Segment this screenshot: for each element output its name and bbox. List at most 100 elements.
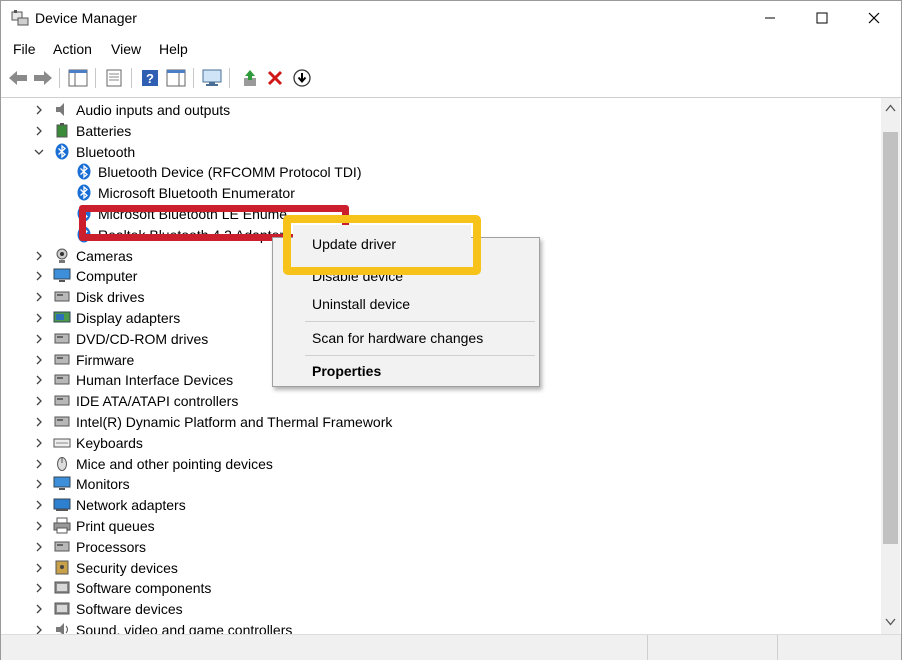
chevron-right-icon[interactable] — [33, 457, 45, 469]
camera-icon — [53, 247, 71, 264]
menu-action[interactable]: Action — [53, 41, 92, 57]
back-arrow-icon — [9, 71, 27, 85]
printer-icon — [53, 517, 71, 534]
chevron-right-icon[interactable] — [33, 249, 45, 261]
device-item[interactable]: Bluetooth Device (RFCOMM Protocol TDI) — [1, 161, 881, 182]
chevron-right-icon[interactable] — [33, 519, 45, 531]
chevron-right-icon[interactable] — [33, 290, 45, 302]
disk-drive-icon — [53, 288, 71, 305]
update-driver-icon — [244, 70, 256, 86]
tree-item-label: Firmware — [76, 351, 135, 368]
chevron-right-icon[interactable] — [33, 477, 45, 489]
tree-item-label: Security devices — [76, 559, 178, 576]
computer-monitor-button[interactable] — [201, 67, 223, 89]
update-driver-button[interactable] — [239, 67, 261, 89]
processor-icon — [53, 538, 71, 555]
chevron-right-icon[interactable] — [33, 436, 45, 448]
show-hide-tree-icon — [68, 69, 88, 87]
tree-item-label: Network adapters — [76, 497, 186, 514]
tree-item-label: Cameras — [76, 247, 133, 264]
menu-file[interactable]: File — [13, 41, 36, 57]
tree-item-label: Sound, video and game controllers — [76, 622, 293, 634]
tree-item-label: Print queues — [76, 518, 155, 534]
category-item[interactable]: Print queues — [1, 515, 881, 536]
chip-icon — [53, 413, 71, 430]
tree-item-label: Processors — [76, 538, 147, 555]
menu-item-update-driver[interactable]: Update driver — [312, 236, 396, 252]
scan-hardware-icon — [293, 69, 311, 87]
uninstall-device-button[interactable] — [264, 67, 286, 89]
chevron-right-icon[interactable] — [33, 415, 45, 427]
chevron-right-icon[interactable] — [33, 498, 45, 510]
bluetooth-icon — [75, 184, 93, 201]
chevron-right-icon[interactable] — [33, 353, 45, 365]
tree-item-label: Software devices — [76, 601, 183, 618]
bluetooth-icon — [53, 143, 71, 160]
scroll-down-icon — [885, 618, 896, 626]
back-button[interactable] — [7, 67, 29, 89]
tree-item-label: Microsoft Bluetooth Enumerator — [98, 185, 295, 202]
chevron-right-icon[interactable] — [33, 269, 45, 281]
scan-hardware-button[interactable] — [291, 67, 313, 89]
menu-item-scan-hardware[interactable]: Scan for hardware changes — [312, 330, 483, 346]
chevron-down-icon[interactable] — [33, 145, 45, 157]
tree-item-label: Intel(R) Dynamic Platform and Thermal Fr… — [76, 414, 393, 430]
category-item[interactable]: Batteries — [1, 120, 881, 141]
category-item[interactable]: IDE ATA/ATAPI controllers — [1, 390, 881, 411]
chevron-right-icon[interactable] — [33, 373, 45, 385]
vertical-scroll-thumb[interactable] — [883, 132, 898, 544]
chevron-right-icon[interactable] — [33, 332, 45, 344]
scroll-up-icon — [885, 104, 896, 112]
chevron-right-icon[interactable] — [33, 602, 45, 614]
tree-item-label: Computer — [76, 268, 138, 285]
category-item[interactable]: Intel(R) Dynamic Platform and Thermal Fr… — [1, 411, 881, 432]
help-icon: ? — [142, 70, 158, 86]
minimize-button[interactable] — [747, 1, 793, 35]
chevron-right-icon[interactable] — [33, 561, 45, 573]
chevron-right-icon[interactable] — [33, 623, 45, 634]
maximize-icon — [816, 12, 828, 24]
chevron-right-icon[interactable] — [33, 103, 45, 115]
software-component-icon — [53, 579, 71, 596]
category-item[interactable]: Network adapters — [1, 494, 881, 515]
vertical-scrollbar[interactable] — [881, 98, 900, 634]
chevron-right-icon[interactable] — [33, 581, 45, 593]
tree-item-label: Bluetooth Device (RFCOMM Protocol TDI) — [98, 164, 362, 181]
maximize-button[interactable] — [799, 1, 845, 35]
menu-item-uninstall-device[interactable]: Uninstall device — [312, 296, 410, 312]
menu-item-properties[interactable]: Properties — [312, 363, 381, 379]
menu-view[interactable]: View — [111, 41, 141, 57]
menu-help[interactable]: Help — [159, 41, 188, 57]
category-item[interactable]: Audio inputs and outputs — [1, 99, 881, 120]
tree-item-label: Mice and other pointing devices — [76, 455, 273, 472]
chevron-right-icon[interactable] — [33, 124, 45, 136]
show-hide-tree-button[interactable] — [67, 67, 89, 89]
menu-bar: File Action View Help — [1, 37, 901, 61]
category-item[interactable]: Bluetooth — [1, 141, 881, 162]
category-item[interactable]: Software devices — [1, 598, 881, 619]
device-manager-icon — [11, 9, 29, 27]
action-pane-button[interactable] — [165, 67, 187, 89]
category-item[interactable]: Sound, video and game controllers — [1, 619, 881, 634]
category-item[interactable]: Processors — [1, 536, 881, 557]
close-icon — [868, 12, 880, 24]
firmware-icon — [53, 351, 71, 368]
action-pane-icon — [166, 69, 186, 87]
chevron-right-icon[interactable] — [33, 540, 45, 552]
display-adapter-icon — [53, 309, 71, 326]
close-button[interactable] — [851, 1, 897, 35]
category-item[interactable]: Mice and other pointing devices — [1, 453, 881, 474]
network-adapter-icon — [53, 496, 71, 513]
chevron-right-icon[interactable] — [33, 394, 45, 406]
category-item[interactable]: Keyboards — [1, 432, 881, 453]
category-item[interactable]: Software components — [1, 577, 881, 598]
forward-button[interactable] — [32, 67, 54, 89]
help-button[interactable]: ? — [139, 67, 161, 89]
category-item[interactable]: Security devices — [1, 557, 881, 578]
tree-item-label: Batteries — [76, 122, 132, 139]
properties-button[interactable] — [103, 67, 125, 89]
chevron-right-icon[interactable] — [33, 311, 45, 323]
category-item[interactable]: Monitors — [1, 473, 881, 494]
tree-item-label: Bluetooth — [76, 143, 136, 160]
device-item[interactable]: Microsoft Bluetooth Enumerator — [1, 182, 881, 203]
